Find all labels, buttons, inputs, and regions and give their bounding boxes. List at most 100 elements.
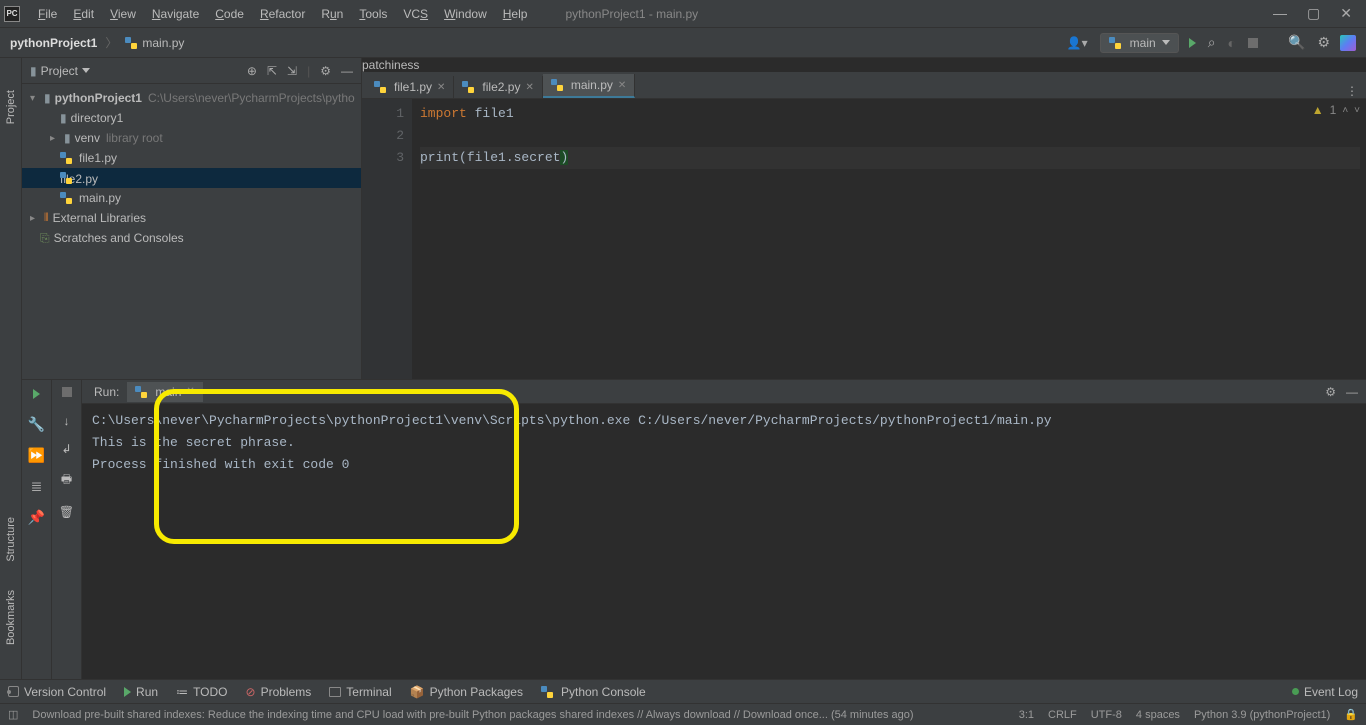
run-config-selector[interactable]: main [1100, 33, 1179, 53]
close-window-button[interactable]: ✕ [1340, 5, 1352, 22]
problems-tab[interactable]: ⊘ Problems [246, 685, 312, 699]
panel-hide-button[interactable]: ― [341, 64, 353, 78]
tree-item-file[interactable]: main.py [22, 188, 361, 208]
editor-tabs: file1.py ✕ file2.py ✕ main.py ✕ ⋮ [362, 72, 1366, 99]
settings-button[interactable]: ⚙ [1315, 32, 1332, 53]
clear-button[interactable]: 🗑 [59, 505, 74, 519]
code-with-me-button[interactable] [1340, 35, 1356, 51]
show-output-button[interactable]: ⏩ [28, 447, 45, 464]
expand-all-button[interactable]: ⇱ [267, 64, 277, 78]
minimize-button[interactable]: ― [1273, 5, 1287, 22]
breadcrumb[interactable]: pythonProject1 〉 main.py [10, 34, 184, 51]
prev-highlight-button[interactable]: ˄ [1342, 105, 1348, 116]
tool-windows-button[interactable]: ◫ [8, 708, 18, 721]
search-everywhere-button[interactable]: 🔍 [1286, 32, 1307, 53]
pin-button[interactable]: 📌 [28, 509, 45, 526]
editor-area: patchiness file1.py ✕ file2.py ✕ main.py [362, 58, 1366, 379]
tree-item-label: main.py [79, 191, 121, 205]
stop-button[interactable] [1246, 33, 1260, 53]
project-tree[interactable]: ▾ ▮ pythonProject1 C:\Users\never\Pychar… [22, 84, 361, 252]
modify-run-config-button[interactable]: 🔧 [28, 416, 45, 433]
tree-scratches[interactable]: ⎘ Scratches and Consoles [22, 228, 361, 248]
tree-item-venv[interactable]: ▸ ▮ venv library root [22, 128, 361, 148]
soft-wrap-button[interactable]: ↲ [61, 442, 71, 456]
menu-refactor[interactable]: Refactor [252, 5, 313, 23]
close-icon[interactable]: ✕ [525, 82, 533, 93]
project-panel: ▮ Project ⊕ ⇱ ⇲ | ⚙ ― ▾ [22, 58, 362, 379]
layout-button[interactable]: ≣ [31, 478, 43, 495]
stop-run-button[interactable] [62, 386, 72, 400]
menu-help[interactable]: Help [495, 5, 536, 23]
python-console-tab[interactable]: Python Console [541, 685, 646, 699]
coverage-button[interactable]: ◐ [1226, 33, 1238, 53]
close-icon[interactable]: ✕ [186, 386, 194, 397]
breadcrumb-project[interactable]: pythonProject1 [10, 36, 97, 50]
tab-label: file2.py [482, 80, 520, 94]
menu-run[interactable]: Run [313, 5, 351, 23]
print-button[interactable]: 🖶 [61, 470, 72, 491]
line-number: 2 [362, 125, 404, 147]
tree-root[interactable]: ▾ ▮ pythonProject1 C:\Users\never\Pychar… [22, 88, 361, 108]
menu-vcs[interactable]: VCS [395, 5, 436, 23]
tabs-menu-button[interactable]: ⋮ [1346, 84, 1366, 98]
menu-file[interactable]: File [30, 5, 65, 23]
menu-code[interactable]: Code [207, 5, 252, 23]
menu-view[interactable]: View [102, 5, 144, 23]
run-tab-bottom[interactable]: Run [124, 685, 158, 699]
folder-icon: ▮ [64, 131, 71, 145]
event-log-tab[interactable]: Event Log [1292, 685, 1358, 699]
panel-settings-button[interactable]: ⚙ [320, 64, 331, 78]
collapse-all-button[interactable]: ⇲ [287, 64, 297, 78]
menu-navigate[interactable]: Navigate [144, 5, 207, 23]
tree-item-file[interactable]: file2.py [22, 168, 361, 188]
version-control-tab[interactable]: Version Control [8, 685, 106, 699]
tree-external-libs[interactable]: ▸ ⫴ External Libraries [22, 208, 361, 228]
editor-tab[interactable]: file2.py ✕ [454, 76, 542, 98]
python-packages-tab[interactable]: 📦 Python Packages [410, 685, 523, 699]
scratches-icon: ⎘ [40, 231, 50, 246]
readonly-toggle[interactable]: 🔒 [1344, 708, 1358, 721]
close-icon[interactable]: ✕ [618, 80, 626, 91]
tree-item-file[interactable]: file1.py [22, 148, 361, 168]
interpreter[interactable]: Python 3.9 (pythonProject1) [1194, 709, 1330, 721]
maximize-button[interactable]: ▢ [1307, 5, 1320, 22]
project-tool-tab[interactable]: Project [3, 86, 19, 128]
locate-button[interactable]: ⊕ [247, 64, 257, 78]
run-button[interactable] [1187, 33, 1198, 53]
user-button[interactable]: 👤▾ [1063, 34, 1092, 52]
run-panel-settings-button[interactable]: ⚙ [1325, 385, 1336, 399]
menu-window[interactable]: Window [436, 5, 495, 23]
editor-tab[interactable]: file1.py ✕ [366, 76, 454, 98]
code-token: ( [459, 150, 467, 165]
tree-item-dir[interactable]: ▮ directory1 [22, 108, 361, 128]
rerun-button[interactable] [33, 386, 40, 402]
bookmarks-tool-tab[interactable]: Bookmarks [3, 586, 19, 649]
menu-tools[interactable]: Tools [351, 5, 395, 23]
chevron-down-icon [1162, 40, 1170, 45]
debug-button[interactable]: ⌕ [1206, 32, 1218, 53]
run-tab[interactable]: main ✕ [127, 382, 202, 402]
scroll-to-end-button[interactable]: ↓ [64, 414, 70, 428]
indent-setting[interactable]: 4 spaces [1136, 709, 1180, 721]
status-message[interactable]: Download pre-built shared indexes: Reduc… [32, 709, 1004, 721]
next-highlight-button[interactable]: ˅ [1354, 105, 1360, 116]
code-token: ) [560, 150, 568, 165]
run-panel-hide-button[interactable]: ― [1346, 385, 1358, 399]
editor-tab-active[interactable]: main.py ✕ [543, 74, 635, 98]
code-editor[interactable]: import file1 print(file1.secret) [412, 99, 1366, 379]
menu-edit[interactable]: Edit [65, 5, 102, 23]
close-icon[interactable]: ✕ [437, 82, 445, 93]
console-output[interactable]: C:\Users\never\PycharmProjects\pythonPro… [82, 404, 1366, 679]
todo-icon: ≔ [176, 685, 188, 699]
todo-tab[interactable]: ≔ TODO [176, 685, 227, 699]
terminal-tab[interactable]: Terminal [329, 685, 391, 699]
inspections-widget[interactable]: ▲ 1 ˄ ˅ [1308, 99, 1366, 121]
file-encoding[interactable]: UTF-8 [1091, 709, 1122, 721]
warning-icon: ▲ [1312, 103, 1324, 117]
caret-position[interactable]: 3:1 [1019, 709, 1034, 721]
structure-tool-tab[interactable]: Structure [3, 513, 19, 566]
chevron-down-icon[interactable] [82, 68, 90, 73]
breadcrumb-file[interactable]: main.py [142, 36, 184, 50]
python-file-icon [551, 79, 563, 91]
line-separator[interactable]: CRLF [1048, 709, 1077, 721]
